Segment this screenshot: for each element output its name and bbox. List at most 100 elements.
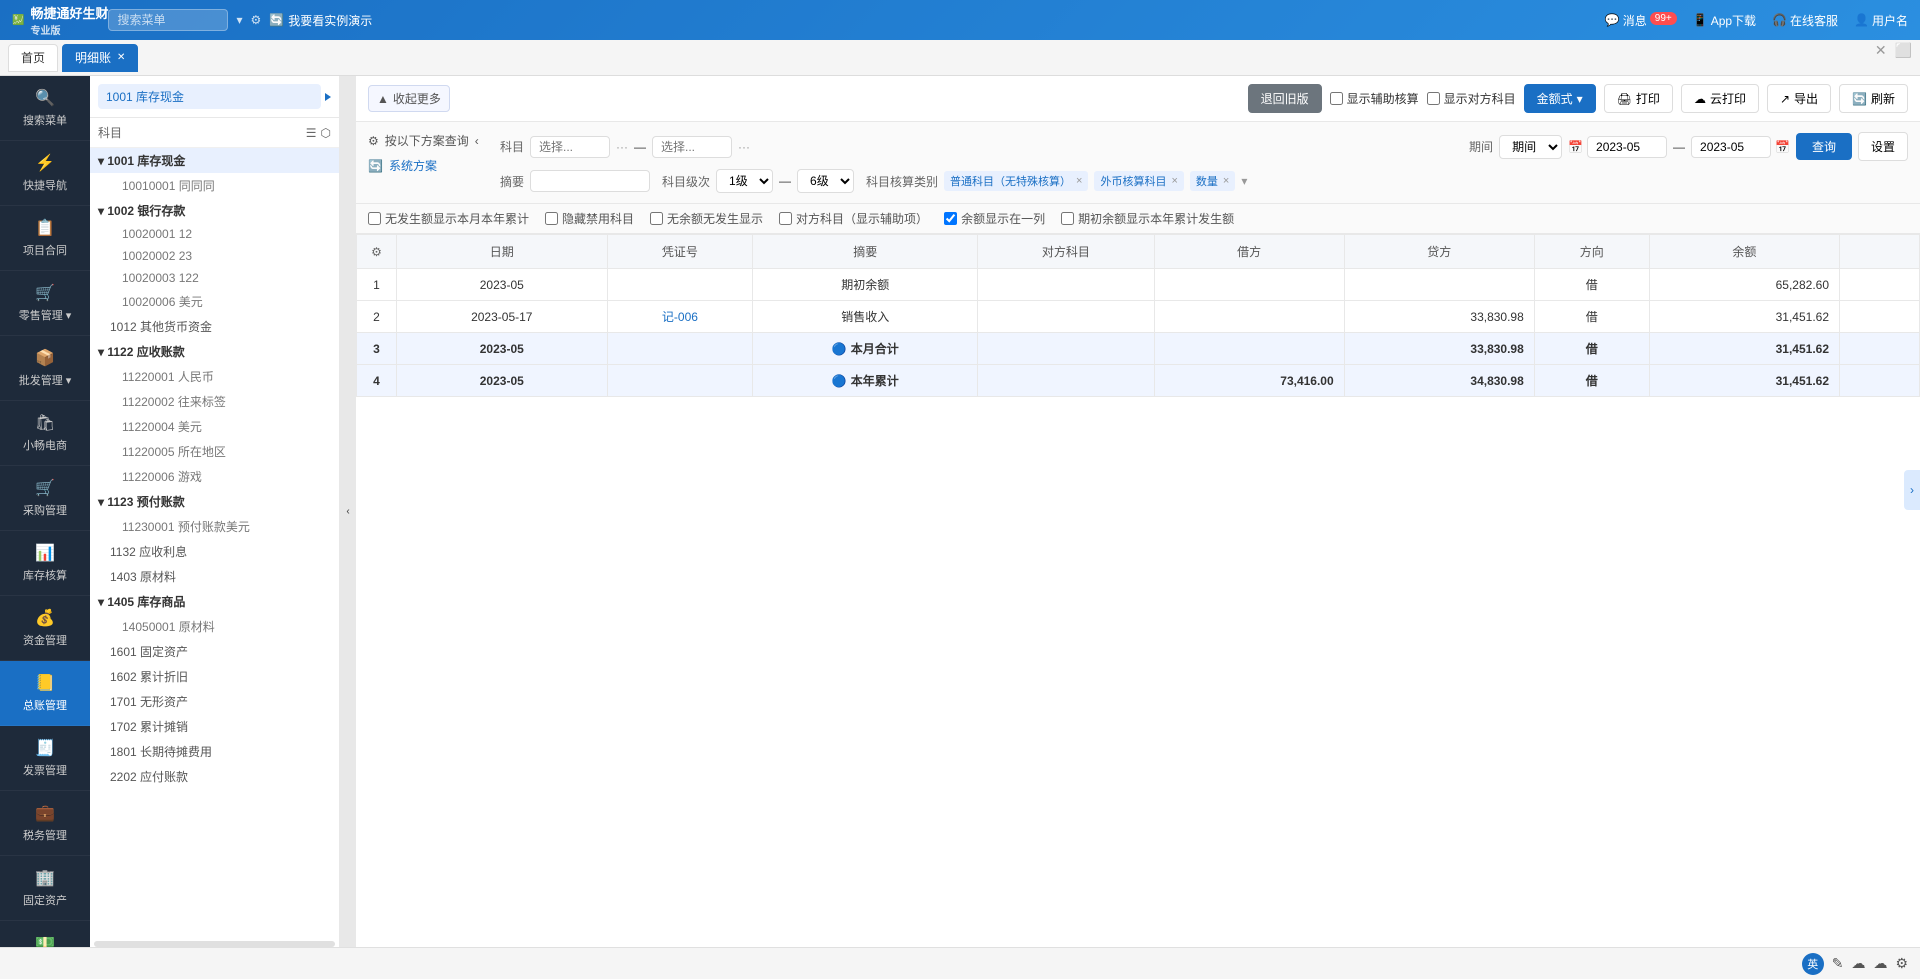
tree-item-10020002[interactable]: 10020002 23 bbox=[90, 245, 339, 267]
sidebar-item-ecommerce[interactable]: 🛍 小畅电商 bbox=[0, 401, 90, 466]
tree-item-1001[interactable]: ▾ 1001 库存现金 bbox=[90, 148, 339, 173]
tree-item-2202[interactable]: 2202 应付账款 bbox=[90, 764, 339, 789]
tab-detail[interactable]: 明细账 ✕ bbox=[62, 44, 138, 72]
bottom-icon-2[interactable]: ☁ bbox=[1851, 955, 1865, 972]
app-download-btn[interactable]: 📱 App下载 bbox=[1693, 12, 1756, 29]
tree-item-1602[interactable]: 1602 累计折旧 bbox=[90, 664, 339, 689]
demo-link[interactable]: 🔄 我要看实例演示 bbox=[269, 12, 372, 29]
subject-input[interactable] bbox=[530, 136, 610, 158]
cb-no-balance[interactable]: 无余额无发生显示 bbox=[650, 210, 763, 227]
sidebar-item-retail[interactable]: 🛒 零售管理 ▾ bbox=[0, 271, 90, 336]
tree-item-11230001[interactable]: 11230001 预付账款美元 bbox=[90, 514, 339, 539]
scheme-item[interactable]: 🔄 系统方案 bbox=[368, 157, 488, 174]
period-type-select[interactable]: 期间 bbox=[1499, 135, 1562, 159]
summary-input[interactable] bbox=[530, 170, 650, 192]
dropdown-icon[interactable]: ▾ bbox=[236, 13, 242, 27]
subject-end-input[interactable] bbox=[652, 136, 732, 158]
sidebar-item-finance[interactable]: 💰 资金管理 bbox=[0, 596, 90, 661]
message-btn[interactable]: 💬 消息 99+ bbox=[1605, 12, 1677, 29]
left-panel-collapse[interactable]: ‹ bbox=[340, 76, 356, 947]
lang-btn[interactable]: 英 bbox=[1802, 953, 1824, 975]
tree-item-1012[interactable]: 1012 其他货币资金 bbox=[90, 314, 339, 339]
show-aux-checkbox[interactable]: 显示辅助核算 bbox=[1330, 90, 1419, 107]
cell-voucher-2[interactable]: 记-006 bbox=[607, 301, 753, 333]
tree-item-10020006[interactable]: 10020006 美元 bbox=[90, 289, 339, 314]
collapse-filter-icon[interactable]: ‹ bbox=[475, 134, 479, 148]
tab-home[interactable]: 首页 bbox=[8, 44, 58, 72]
sidebar-item-assets[interactable]: 🏢 固定资产 bbox=[0, 856, 90, 921]
cb-balance-one-col[interactable]: 余额显示在一列 bbox=[944, 210, 1045, 227]
tree-item-11220002[interactable]: 11220002 往来标签 bbox=[90, 389, 339, 414]
tag-close-2[interactable]: × bbox=[1171, 175, 1177, 187]
period-end-input[interactable] bbox=[1691, 136, 1771, 158]
sidebar-item-search[interactable]: 🔍 搜索菜单 bbox=[0, 76, 90, 141]
subject-end-more-icon[interactable]: ··· bbox=[738, 140, 750, 154]
tree-item-1801[interactable]: 1801 长期待摊费用 bbox=[90, 739, 339, 764]
sidebar-item-project[interactable]: 📋 项目合同 bbox=[0, 206, 90, 271]
show-contra-checkbox[interactable]: 显示对方科目 bbox=[1427, 90, 1516, 107]
sidebar-item-purchase[interactable]: 🛒 采购管理 bbox=[0, 466, 90, 531]
export-btn[interactable]: ↗ 导出 bbox=[1767, 84, 1831, 113]
bottom-icon-1[interactable]: ✎ bbox=[1832, 955, 1844, 972]
level-start-select[interactable]: 1级 bbox=[716, 169, 773, 193]
close-window-btn[interactable]: ✕ bbox=[1875, 42, 1887, 59]
sidebar-item-invoice[interactable]: 🧾 发票管理 bbox=[0, 726, 90, 791]
tree-item-1122[interactable]: ▾ 1122 应收账款 bbox=[90, 339, 339, 364]
back-btn[interactable]: 退回旧版 bbox=[1248, 84, 1322, 113]
tree-item-11220006[interactable]: 11220006 游戏 bbox=[90, 464, 339, 489]
tree-item-1132[interactable]: 1132 应收利息 bbox=[90, 539, 339, 564]
search-input[interactable] bbox=[108, 9, 228, 31]
refresh-btn[interactable]: 🔄 刷新 bbox=[1839, 84, 1908, 113]
print-btn[interactable]: 🖨 打印 bbox=[1604, 84, 1673, 113]
level-end-select[interactable]: 6级 bbox=[797, 169, 854, 193]
period-start-input[interactable] bbox=[1587, 136, 1667, 158]
account-arrow[interactable] bbox=[325, 93, 331, 101]
sidebar-item-salary[interactable]: 💵 工资 bbox=[0, 921, 90, 947]
tree-item-1123[interactable]: ▾ 1123 预付账款 bbox=[90, 489, 339, 514]
settings-icon[interactable]: ⚙ bbox=[251, 13, 262, 27]
cloud-print-btn[interactable]: ☁ 云打印 bbox=[1681, 84, 1759, 113]
col-settings[interactable]: ⚙ bbox=[357, 235, 397, 269]
tree-item-1002[interactable]: ▾ 1002 银行存款 bbox=[90, 198, 339, 223]
tree-item-11220004[interactable]: 11220004 美元 bbox=[90, 414, 339, 439]
tree-item-1403[interactable]: 1403 原材料 bbox=[90, 564, 339, 589]
sidebar-item-ledger[interactable]: 📒 总账管理 bbox=[0, 661, 90, 726]
more-btn[interactable]: ▲ 收起更多 bbox=[368, 85, 450, 112]
account-selector[interactable]: 1001 库存现金 bbox=[98, 84, 321, 109]
tree-item-11220005[interactable]: 11220005 所在地区 bbox=[90, 439, 339, 464]
bottom-icon-3[interactable]: ☁ bbox=[1873, 955, 1887, 972]
tree-item-1702[interactable]: 1702 累计摊销 bbox=[90, 714, 339, 739]
sidebar-item-quicknav[interactable]: ⚡ 快捷导航 bbox=[0, 141, 90, 206]
settings-filter-btn[interactable]: 设置 bbox=[1858, 132, 1908, 161]
tag-close-1[interactable]: × bbox=[1076, 175, 1082, 187]
cb-hide-disabled[interactable]: 隐藏禁用科目 bbox=[545, 210, 634, 227]
subject-more-icon[interactable]: ··· bbox=[616, 140, 628, 154]
cb-contra-subject[interactable]: 对方科目（显示辅助项） bbox=[779, 210, 928, 227]
tree-expand-icon[interactable]: ⬡ bbox=[321, 126, 331, 140]
user-avatar[interactable]: 👤 用户名 bbox=[1854, 12, 1908, 29]
cb-opening-balance[interactable]: 期初余额显示本年累计发生额 bbox=[1061, 210, 1234, 227]
tree-item-11220001[interactable]: 11220001 人民币 bbox=[90, 364, 339, 389]
cb-no-amount[interactable]: 无发生额显示本月本年累计 bbox=[368, 210, 529, 227]
tree-item-10020003[interactable]: 10020003 122 bbox=[90, 267, 339, 289]
bottom-icon-4[interactable]: ⚙ bbox=[1895, 955, 1908, 972]
tree-item-10010001[interactable]: 10010001 同同同 bbox=[90, 173, 339, 198]
tree-item-1701[interactable]: 1701 无形资产 bbox=[90, 689, 339, 714]
tree-item-10020001[interactable]: 10020001 12 bbox=[90, 223, 339, 245]
tree-list-icon[interactable]: ☰ bbox=[306, 126, 317, 140]
query-btn[interactable]: 查询 bbox=[1796, 133, 1852, 160]
calendar-end-icon[interactable]: 📅 bbox=[1775, 140, 1790, 154]
sidebar-item-inventory[interactable]: 📊 库存核算 bbox=[0, 531, 90, 596]
format-btn[interactable]: 金额式 ▾ bbox=[1524, 84, 1596, 113]
right-side-toggle[interactable]: › bbox=[1904, 470, 1920, 510]
tag-close-3[interactable]: × bbox=[1223, 175, 1229, 187]
tree-item-1601[interactable]: 1601 固定资产 bbox=[90, 639, 339, 664]
tree-item-1405[interactable]: ▾ 1405 库存商品 bbox=[90, 589, 339, 614]
sidebar-item-tax[interactable]: 💼 税务管理 bbox=[0, 791, 90, 856]
settings-filter-icon[interactable]: ⚙ bbox=[368, 134, 379, 148]
table-gear-icon[interactable]: ⚙ bbox=[371, 245, 382, 259]
tree-item-14050001[interactable]: 14050001 原材料 bbox=[90, 614, 339, 639]
category-dropdown-icon[interactable]: ▾ bbox=[1241, 174, 1247, 188]
tab-detail-close[interactable]: ✕ bbox=[117, 52, 125, 63]
online-service-btn[interactable]: 🎧 在线客服 bbox=[1772, 12, 1838, 29]
